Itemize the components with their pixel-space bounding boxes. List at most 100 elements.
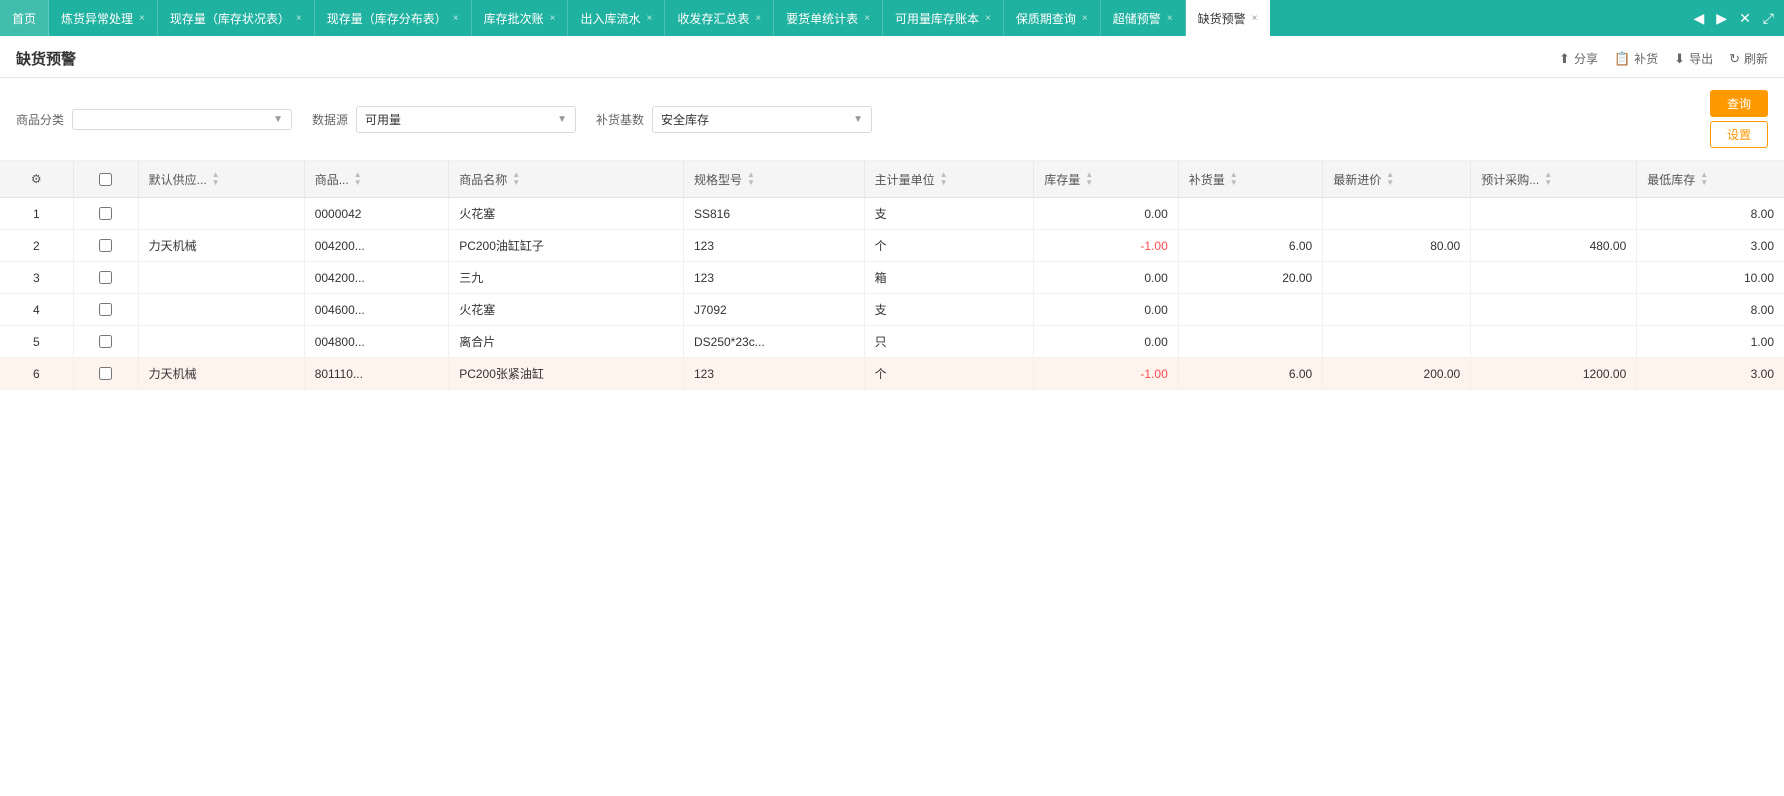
cell-unit-3: 支 [864, 294, 1034, 326]
tab-home[interactable]: 首页 [0, 0, 49, 36]
th-settings[interactable]: ⚙ [0, 161, 73, 198]
tab-close-xianzun-fenbiao[interactable]: × [453, 13, 459, 24]
tab-keyonliang[interactable]: 可用量库存账本 × [883, 0, 1004, 36]
cell-repl-5: 6.00 [1178, 358, 1322, 390]
table-header-row: ⚙ 默认供应... ▲▼ [0, 161, 1784, 198]
tab-jinbi[interactable]: 炼货异常处理 × [49, 0, 158, 36]
settings-gear-icon[interactable]: ⚙ [26, 169, 46, 189]
tab-close-kucun-pici[interactable]: × [550, 13, 556, 24]
cell-repl-3 [1178, 294, 1322, 326]
category-select[interactable]: ▼ [72, 109, 292, 130]
tab-close-jinbi[interactable]: × [139, 13, 145, 24]
page-header: 缺货预警 ⬆ 分享 📋 补货 ⬇ 导出 ↻ 刷新 [0, 36, 1784, 78]
cell-stock-4: 0.00 [1034, 326, 1178, 358]
refresh-button[interactable]: ↻ 刷新 [1729, 50, 1768, 67]
th-spec[interactable]: 规格型号 ▲▼ [683, 161, 864, 198]
sort-icon-est: ▲▼ [1544, 171, 1552, 187]
th-name[interactable]: 商品名称 ▲▼ [449, 161, 684, 198]
page-title: 缺货预警 [16, 48, 76, 69]
cell-est-3 [1471, 294, 1637, 326]
cell-price-1: 80.00 [1323, 230, 1471, 262]
cell-est-4 [1471, 326, 1637, 358]
tab-close-shouzhi[interactable]: × [755, 13, 761, 24]
tab-close-chaochu[interactable]: × [1167, 13, 1173, 24]
query-button[interactable]: 查询 [1710, 90, 1768, 117]
table-row: 3 004200... 三九 123 箱 0.00 20.00 10.00 [0, 262, 1784, 294]
th-latest-price[interactable]: 最新进价 ▲▼ [1323, 161, 1471, 198]
category-label: 商品分类 [16, 111, 64, 128]
tab-yaohuodan[interactable]: 要货单统计表 × [774, 0, 883, 36]
sort-icon-repl: ▲▼ [1230, 171, 1238, 187]
cell-unit-4: 只 [864, 326, 1034, 358]
cell-spec-4: DS250*23c... [683, 326, 864, 358]
th-min-stock[interactable]: 最低库存 ▲▼ [1637, 161, 1784, 198]
tab-baozhi[interactable]: 保质期查询 × [1004, 0, 1101, 36]
tab-close-quehuoyujing[interactable]: × [1252, 13, 1258, 24]
tab-close-yaohuodan[interactable]: × [864, 13, 870, 24]
cell-check-2[interactable] [73, 262, 138, 294]
buhuo-base-select-value: 安全库存 [661, 111, 709, 128]
cell-spec-0: SS816 [683, 198, 864, 230]
tab-close-xianzun-kucun[interactable]: × [296, 13, 302, 24]
th-unit[interactable]: 主计量单位 ▲▼ [864, 161, 1034, 198]
row-checkbox-4[interactable] [99, 335, 112, 348]
cell-price-0 [1323, 198, 1471, 230]
tab-close-baozhi[interactable]: × [1082, 13, 1088, 24]
cell-unit-0: 支 [864, 198, 1034, 230]
cell-name-0: 火花塞 [449, 198, 684, 230]
cell-stock-0: 0.00 [1034, 198, 1178, 230]
row-checkbox-0[interactable] [99, 207, 112, 220]
tab-fullscreen-btn[interactable]: ⤢ [1757, 0, 1780, 36]
cell-check-4[interactable] [73, 326, 138, 358]
cell-supplier-2 [138, 262, 304, 294]
th-est-purchase[interactable]: 预计采购... ▲▼ [1471, 161, 1637, 198]
cell-price-3 [1323, 294, 1471, 326]
cell-check-3[interactable] [73, 294, 138, 326]
cell-check-5[interactable] [73, 358, 138, 390]
tab-shouzhi[interactable]: 收发存汇总表 × [665, 0, 774, 36]
tab-nav-next[interactable]: ▶ [1710, 0, 1733, 36]
th-supplier[interactable]: 默认供应... ▲▼ [138, 161, 304, 198]
th-repl[interactable]: 补货量 ▲▼ [1178, 161, 1322, 198]
tab-quehuoyujing[interactable]: 缺货预警 × [1186, 0, 1271, 36]
datasource-select[interactable]: 可用量 ▼ [356, 106, 576, 133]
cell-unit-1: 个 [864, 230, 1034, 262]
buhuо-button[interactable]: 📋 补货 [1614, 50, 1658, 67]
tab-churu[interactable]: 出入库流水 × [568, 0, 665, 36]
tab-close-churu[interactable]: × [646, 13, 652, 24]
tab-nav-prev[interactable]: ◀ [1688, 0, 1711, 36]
cell-spec-3: J7092 [683, 294, 864, 326]
row-checkbox-5[interactable] [99, 367, 112, 380]
share-icon: ⬆ [1559, 51, 1570, 67]
cell-price-4 [1323, 326, 1471, 358]
th-code[interactable]: 商品... ▲▼ [304, 161, 448, 198]
th-stock[interactable]: 库存量 ▲▼ [1034, 161, 1178, 198]
cell-name-4: 离合片 [449, 326, 684, 358]
cell-idx-4: 5 [0, 326, 73, 358]
tab-xianzun-kucun[interactable]: 现存量（库存状况表） × [158, 0, 315, 36]
row-checkbox-1[interactable] [99, 239, 112, 252]
cell-supplier-3 [138, 294, 304, 326]
cell-check-1[interactable] [73, 230, 138, 262]
row-checkbox-3[interactable] [99, 303, 112, 316]
datasource-select-value: 可用量 [365, 111, 401, 128]
select-all-checkbox[interactable] [99, 173, 112, 186]
cell-minstock-1: 3.00 [1637, 230, 1784, 262]
share-button[interactable]: ⬆ 分享 [1559, 50, 1598, 67]
sort-icon-code: ▲▼ [354, 171, 362, 187]
export-button[interactable]: ⬇ 导出 [1674, 50, 1713, 67]
row-checkbox-2[interactable] [99, 271, 112, 284]
cell-code-4: 004800... [304, 326, 448, 358]
tab-close-keyonliang[interactable]: × [985, 13, 991, 24]
cell-stock-2: 0.00 [1034, 262, 1178, 294]
tab-xianzun-fenbiao[interactable]: 现存量（库存分布表） × [315, 0, 472, 36]
settings-button[interactable]: 设置 [1710, 121, 1768, 148]
tab-kucun-pici[interactable]: 库存批次账 × [472, 0, 569, 36]
cell-minstock-3: 8.00 [1637, 294, 1784, 326]
buhuo-base-select[interactable]: 安全库存 ▼ [652, 106, 872, 133]
cell-stock-1: -1.00 [1034, 230, 1178, 262]
cell-price-2 [1323, 262, 1471, 294]
cell-check-0[interactable] [73, 198, 138, 230]
tab-chaochu[interactable]: 超储预警 × [1101, 0, 1186, 36]
tab-close-btn[interactable]: ✕ [1733, 0, 1757, 36]
